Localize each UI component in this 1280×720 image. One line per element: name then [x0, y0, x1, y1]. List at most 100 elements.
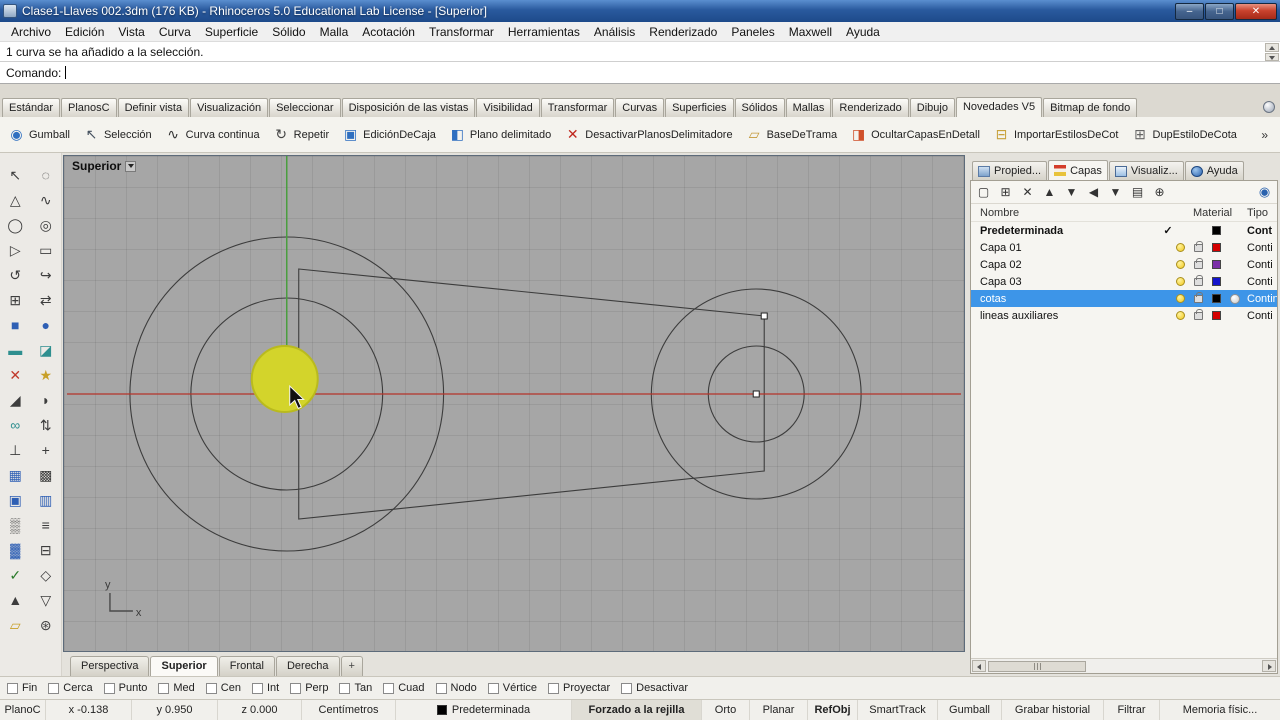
- menu-item-paneles[interactable]: Paneles: [724, 23, 781, 41]
- toolbar-tab-visualizacion[interactable]: Visualización: [190, 98, 269, 117]
- layer-name[interactable]: Capa 02: [971, 259, 1160, 271]
- toolbar-tab-bitmap-de-fondo[interactable]: Bitmap de fondo: [1043, 98, 1138, 117]
- lock-icon[interactable]: [1194, 291, 1203, 303]
- palette-tool-icon[interactable]: ◗: [34, 390, 58, 410]
- palette-tool-icon[interactable]: ≡: [34, 515, 58, 535]
- lock-icon[interactable]: [1194, 257, 1203, 269]
- palette-tool-icon[interactable]: +: [34, 440, 58, 460]
- toolbar-tab-disposicion[interactable]: Disposición de las vistas: [341, 98, 476, 117]
- lock-icon[interactable]: [1194, 308, 1203, 320]
- palette-tool-icon[interactable]: ∿: [34, 190, 58, 210]
- palette-tool-icon[interactable]: ↪: [34, 265, 58, 285]
- desactivar-planos-button[interactable]: ✕ DesactivarPlanosDelimitadore: [564, 126, 733, 143]
- viewport-tab-frontal[interactable]: Frontal: [218, 656, 275, 676]
- visibility-bulb-icon[interactable]: [1176, 260, 1185, 269]
- layer-color-swatch[interactable]: [1212, 294, 1221, 303]
- layer-name[interactable]: Capa 01: [971, 242, 1160, 254]
- status-planar-toggle[interactable]: Planar: [750, 700, 808, 720]
- layer-row-lineas-auxiliares[interactable]: lineas auxiliares Conti: [971, 307, 1277, 324]
- osnap-punto[interactable]: Punto: [103, 682, 147, 694]
- osnap-tan[interactable]: Tan: [339, 682, 372, 694]
- palette-tool-icon[interactable]: ▒: [3, 515, 27, 535]
- viewport-tab-derecha[interactable]: Derecha: [275, 656, 340, 676]
- layer-color-swatch[interactable]: [1212, 226, 1221, 235]
- column-header-material[interactable]: Material: [1193, 207, 1247, 219]
- palette-tool-icon[interactable]: ▲: [3, 590, 27, 610]
- osnap-nodo[interactable]: Nodo: [435, 682, 477, 694]
- visibility-bulb-icon[interactable]: [1176, 243, 1185, 252]
- osnap-fin[interactable]: Fin: [7, 682, 37, 694]
- palette-tool-icon[interactable]: ▷: [3, 240, 27, 260]
- layer-row-capa-02[interactable]: Capa 02 Conti: [971, 256, 1277, 273]
- delete-layer-icon[interactable]: ✕: [1020, 185, 1035, 199]
- visibility-bulb-icon[interactable]: [1176, 294, 1185, 303]
- base-de-trama-button[interactable]: ▱ BaseDeTrama: [746, 126, 837, 143]
- layer-color-swatch[interactable]: [1212, 311, 1221, 320]
- palette-tool-icon[interactable]: ⊟: [34, 540, 58, 560]
- checkbox-icon[interactable]: [290, 682, 302, 694]
- menu-item-archivo[interactable]: Archivo: [4, 23, 58, 41]
- plano-delimitado-button[interactable]: ◧ Plano delimitado: [449, 126, 551, 143]
- palette-tool-icon[interactable]: ∞: [3, 415, 27, 435]
- importar-estilos-button[interactable]: ⊟ ImportarEstilosDeCot: [993, 126, 1119, 143]
- menu-item-herramientas[interactable]: Herramientas: [501, 23, 587, 41]
- layer-color-swatch[interactable]: [1212, 243, 1221, 252]
- osnap-desactivar[interactable]: Desactivar: [621, 682, 688, 694]
- osnap-cuad[interactable]: Cuad: [383, 682, 425, 694]
- visibility-bulb-icon[interactable]: [1176, 277, 1185, 286]
- seleccion-button[interactable]: ↖ Selección: [83, 126, 152, 143]
- app-icon[interactable]: [3, 4, 17, 18]
- toolbar-tab-renderizado[interactable]: Renderizado: [832, 98, 909, 117]
- viewport-superior[interactable]: Superior y x: [63, 155, 965, 652]
- palette-tool-icon[interactable]: ◯: [3, 215, 27, 235]
- toolbar-tab-superficies[interactable]: Superficies: [665, 98, 734, 117]
- palette-tool-icon[interactable]: ▱: [3, 615, 27, 635]
- palette-tool-icon[interactable]: ◎: [34, 215, 58, 235]
- repetir-button[interactable]: ↻ Repetir: [273, 126, 329, 143]
- palette-tool-icon[interactable]: ●: [34, 315, 58, 335]
- layers-horizontal-scrollbar[interactable]: [971, 658, 1277, 673]
- palette-tool-icon[interactable]: ▬: [3, 340, 27, 360]
- lock-icon[interactable]: [1194, 240, 1203, 252]
- status-filter-toggle[interactable]: Filtrar: [1104, 700, 1160, 720]
- status-record-history-toggle[interactable]: Grabar historial: [1002, 700, 1104, 720]
- palette-tool-icon[interactable]: ⊞: [3, 290, 27, 310]
- move-down-icon[interactable]: ▼: [1064, 185, 1079, 199]
- menu-item-vista[interactable]: Vista: [111, 23, 151, 41]
- menu-item-superficie[interactable]: Superficie: [198, 23, 265, 41]
- checkbox-icon[interactable]: [621, 682, 633, 694]
- menu-item-curva[interactable]: Curva: [152, 23, 198, 41]
- menu-item-ayuda[interactable]: Ayuda: [839, 23, 887, 41]
- palette-tool-icon[interactable]: ★: [34, 365, 58, 385]
- toolbar-tab-curvas[interactable]: Curvas: [615, 98, 665, 117]
- layer-row-predeterminada[interactable]: Predeterminada ✓ Cont: [971, 222, 1277, 239]
- viewport-menu-dropdown-icon[interactable]: [125, 160, 137, 172]
- palette-tool-icon[interactable]: ⇅: [34, 415, 58, 435]
- gumball-button[interactable]: ◉ Gumball: [8, 126, 70, 143]
- layer-linetype[interactable]: Conti: [1247, 310, 1277, 322]
- material-sphere-icon[interactable]: [1230, 293, 1240, 304]
- ocultar-capas-button[interactable]: ◨ OcultarCapasEnDetall: [850, 126, 980, 143]
- layer-row-capa-01[interactable]: Capa 01 Conti: [971, 239, 1277, 256]
- checkbox-icon[interactable]: [383, 682, 395, 694]
- viewport-title[interactable]: Superior: [72, 159, 137, 173]
- toolbar-tab-planosc[interactable]: PlanosC: [61, 98, 117, 117]
- tab-propiedades[interactable]: Propied...: [972, 161, 1048, 180]
- menu-item-edicion[interactable]: Edición: [58, 23, 111, 41]
- status-osnap-toggle[interactable]: RefObj: [808, 700, 858, 720]
- menu-item-transformar[interactable]: Transformar: [422, 23, 501, 41]
- checkbox-icon[interactable]: [103, 682, 115, 694]
- layer-linetype[interactable]: Conti: [1247, 242, 1277, 254]
- layer-linetype[interactable]: Conti: [1247, 259, 1277, 271]
- status-grid-snap-toggle[interactable]: Forzado a la rejilla: [572, 700, 702, 720]
- palette-tool-icon[interactable]: △: [3, 190, 27, 210]
- palette-tool-icon[interactable]: ✓: [3, 565, 27, 585]
- maximize-button[interactable]: □: [1205, 2, 1234, 20]
- toolbar-tab-mallas[interactable]: Mallas: [785, 98, 832, 117]
- palette-tool-icon[interactable]: ⊛: [34, 615, 58, 635]
- scroll-up-icon[interactable]: [1265, 43, 1279, 52]
- palette-tool-icon[interactable]: ▦: [3, 465, 27, 485]
- tab-ayuda[interactable]: Ayuda: [1184, 161, 1244, 180]
- minimize-button[interactable]: –: [1175, 2, 1204, 20]
- palette-tool-icon[interactable]: ◪: [34, 340, 58, 360]
